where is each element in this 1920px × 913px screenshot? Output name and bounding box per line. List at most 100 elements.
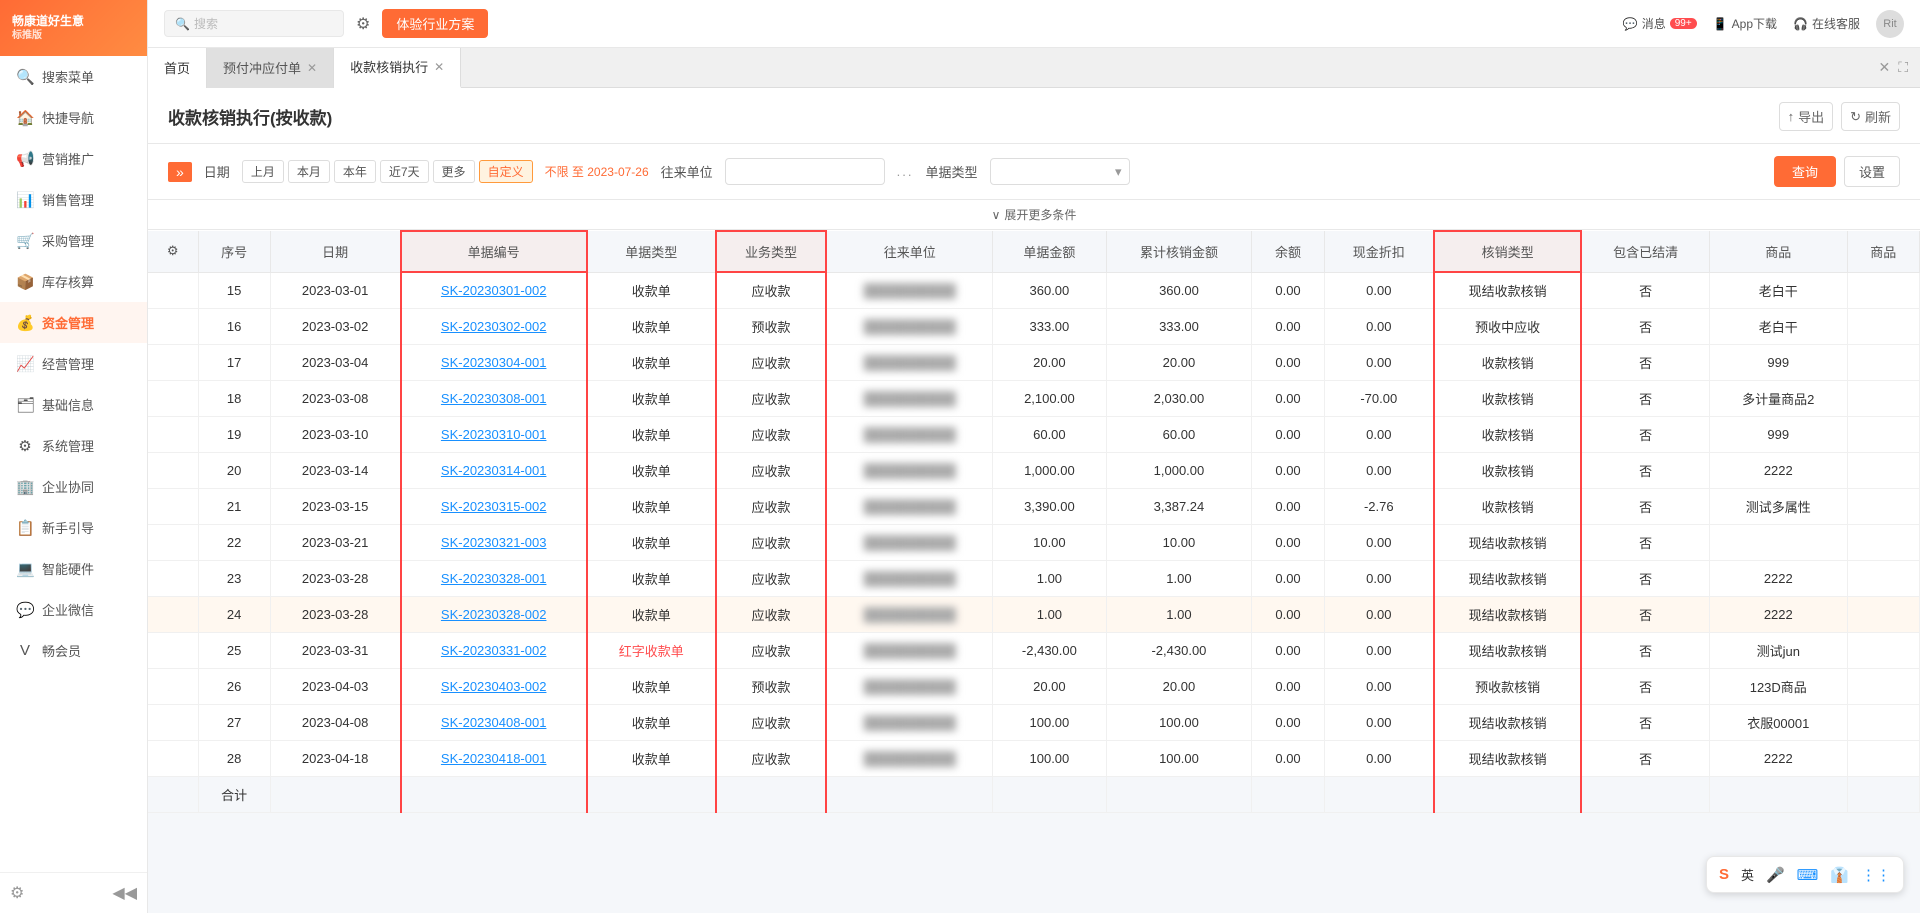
cell-canceltype-9: 现结收款核销	[1434, 597, 1581, 633]
cell-cumulative-7: 10.00	[1106, 525, 1252, 561]
refresh-button[interactable]: ↻ 刷新	[1841, 102, 1900, 131]
cell-billno-3[interactable]: SK-20230308-001	[401, 381, 587, 417]
grid-icon[interactable]: ⋮⋮	[1861, 866, 1891, 884]
keyboard-icon[interactable]: ⌨	[1797, 866, 1819, 884]
cell-settings-1	[148, 309, 198, 345]
sidebar-item-inventory[interactable]: 📦库存核算	[0, 261, 147, 302]
cell-billno-6[interactable]: SK-20230315-002	[401, 489, 587, 525]
filter-this-year-btn[interactable]: 本年	[334, 160, 376, 183]
system-icon: ⚙	[16, 437, 34, 455]
messages-button[interactable]: 💬 消息 99+	[1623, 15, 1697, 32]
filter-custom-date-btn[interactable]: 自定义	[479, 160, 533, 183]
collapse-icon[interactable]: ◀◀	[112, 883, 137, 903]
filter-bill-type-select[interactable]	[990, 158, 1130, 185]
tab-receipt[interactable]: 收款核销执行 ✕	[334, 48, 461, 88]
sidebar-item-member[interactable]: V畅会员	[0, 630, 147, 671]
cell-billno-4[interactable]: SK-20230310-001	[401, 417, 587, 453]
cell-canceltype-8: 现结收款核销	[1434, 561, 1581, 597]
bill-no-link-5[interactable]: SK-20230314-001	[441, 463, 547, 478]
main-content: 🔍 搜索 ⚙ 体验行业方案 💬 消息 99+ 📱 App下载 🎧 在线客服 Ri…	[148, 0, 1920, 913]
tab-home[interactable]: 首页	[148, 48, 207, 88]
topbar-search[interactable]: 🔍 搜索	[164, 10, 344, 37]
cell-billno-5[interactable]: SK-20230314-001	[401, 453, 587, 489]
tabbar: 首页 预付冲应付单 ✕ 收款核销执行 ✕ ✕ ⛶	[148, 48, 1920, 88]
filter-settings-button[interactable]: 设置	[1844, 156, 1900, 187]
bill-no-link-2[interactable]: SK-20230304-001	[441, 355, 547, 370]
topbar-gear-icon[interactable]: ⚙	[356, 14, 370, 34]
cell-billno-1[interactable]: SK-20230302-002	[401, 309, 587, 345]
sidebar-item-search[interactable]: 🔍搜索菜单	[0, 56, 147, 97]
col-balance-header: 余额	[1252, 231, 1324, 272]
sidebar-item-wechat[interactable]: 💬企业微信	[0, 589, 147, 630]
translate-icon[interactable]: 英	[1741, 865, 1754, 884]
industry-solution-button[interactable]: 体验行业方案	[382, 9, 488, 38]
sidebar-item-hardware[interactable]: 💻智能硬件	[0, 548, 147, 589]
online-service-button[interactable]: 🎧 在线客服	[1793, 15, 1860, 32]
sidebar-item-operations[interactable]: 📈经营管理	[0, 343, 147, 384]
microphone-icon[interactable]: 🎤	[1766, 866, 1785, 884]
tab-close-action-icon[interactable]: ✕	[1878, 59, 1890, 76]
shirt-icon[interactable]: 👔	[1830, 866, 1849, 884]
cell-billno-0[interactable]: SK-20230301-002	[401, 272, 587, 309]
export-button[interactable]: ↑ 导出	[1779, 102, 1834, 131]
expand-conditions-bar[interactable]: ∨ 展开更多条件	[148, 200, 1920, 230]
bill-no-link-13[interactable]: SK-20230418-001	[441, 751, 547, 766]
settings-gear-icon[interactable]: ⚙	[10, 883, 24, 903]
cell-cashdiscount-0: 0.00	[1324, 272, 1434, 309]
cell-canceltype-12: 现结收款核销	[1434, 705, 1581, 741]
filter-more-date-btn[interactable]: 更多	[433, 160, 475, 183]
tab-prepay-close-icon[interactable]: ✕	[307, 61, 317, 75]
user-avatar[interactable]: Rit	[1876, 10, 1904, 38]
filter-last-month-btn[interactable]: 上月	[242, 160, 284, 183]
cell-date-6: 2023-03-15	[270, 489, 400, 525]
sidebar-item-purchase[interactable]: 🛒采购管理	[0, 220, 147, 261]
cell-billno-11[interactable]: SK-20230403-002	[401, 669, 587, 705]
cell-billno-9[interactable]: SK-20230328-002	[401, 597, 587, 633]
filter-this-month-btn[interactable]: 本月	[288, 160, 330, 183]
bill-no-link-7[interactable]: SK-20230321-003	[441, 535, 547, 550]
bill-no-link-10[interactable]: SK-20230331-002	[441, 643, 547, 658]
app-download-label: App下载	[1732, 15, 1777, 32]
cell-billno-2[interactable]: SK-20230304-001	[401, 345, 587, 381]
bill-no-link-3[interactable]: SK-20230308-001	[441, 391, 547, 406]
bill-no-link-8[interactable]: SK-20230328-001	[441, 571, 547, 586]
sidebar-item-system[interactable]: ⚙系统管理	[0, 425, 147, 466]
bill-no-link-4[interactable]: SK-20230310-001	[441, 427, 547, 442]
bill-no-link-9[interactable]: SK-20230328-002	[441, 607, 547, 622]
notification-badge: 99+	[1670, 18, 1697, 29]
bill-no-link-6[interactable]: SK-20230315-002	[441, 499, 547, 514]
sidebar-item-basic[interactable]: 🗂基础信息	[0, 384, 147, 425]
bill-no-link-12[interactable]: SK-20230408-001	[441, 715, 547, 730]
filter-expand-button[interactable]: »	[168, 162, 192, 182]
column-settings-icon[interactable]: ⚙	[167, 243, 179, 258]
cell-billno-12[interactable]: SK-20230408-001	[401, 705, 587, 741]
cell-biztype-2: 应收款	[716, 345, 826, 381]
sidebar-item-marketing[interactable]: 📢营销推广	[0, 138, 147, 179]
filter-query-button[interactable]: 查询	[1774, 156, 1836, 187]
filter-partner-input[interactable]	[725, 158, 885, 185]
app-download-button[interactable]: 📱 App下载	[1713, 15, 1777, 32]
cell-billno-10[interactable]: SK-20230331-002	[401, 633, 587, 669]
cell-billno-7[interactable]: SK-20230321-003	[401, 525, 587, 561]
floating-toolbar: S 英 🎤 ⌨ 👔 ⋮⋮	[1706, 856, 1904, 893]
cell-balance-12: 0.00	[1252, 705, 1324, 741]
cell-billno-8[interactable]: SK-20230328-001	[401, 561, 587, 597]
tab-fullscreen-icon[interactable]: ⛶	[1898, 59, 1908, 76]
bill-no-link-0[interactable]: SK-20230301-002	[441, 283, 547, 298]
tab-receipt-close-icon[interactable]: ✕	[434, 60, 444, 74]
sidebar-item-quicknav[interactable]: 🏠快捷导航	[0, 97, 147, 138]
sidebar-item-sales[interactable]: 📊销售管理	[0, 179, 147, 220]
sogou-icon[interactable]: S	[1719, 866, 1729, 883]
cell-cashdiscount-9: 0.00	[1324, 597, 1434, 633]
col-product-header: 商品	[1709, 231, 1847, 272]
sidebar-item-enterprise[interactable]: 🏢企业协同	[0, 466, 147, 507]
sidebar-item-guide[interactable]: 📋新手引导	[0, 507, 147, 548]
bill-no-link-1[interactable]: SK-20230302-002	[441, 319, 547, 334]
bill-no-link-11[interactable]: SK-20230403-002	[441, 679, 547, 694]
filter-7days-btn[interactable]: 近7天	[380, 160, 429, 183]
cell-billno-13[interactable]: SK-20230418-001	[401, 741, 587, 777]
col-settings-header[interactable]: ⚙	[148, 231, 198, 272]
guide-icon: 📋	[16, 519, 34, 537]
sidebar-item-finance[interactable]: 💰资金管理	[0, 302, 147, 343]
tab-prepay[interactable]: 预付冲应付单 ✕	[207, 48, 334, 88]
